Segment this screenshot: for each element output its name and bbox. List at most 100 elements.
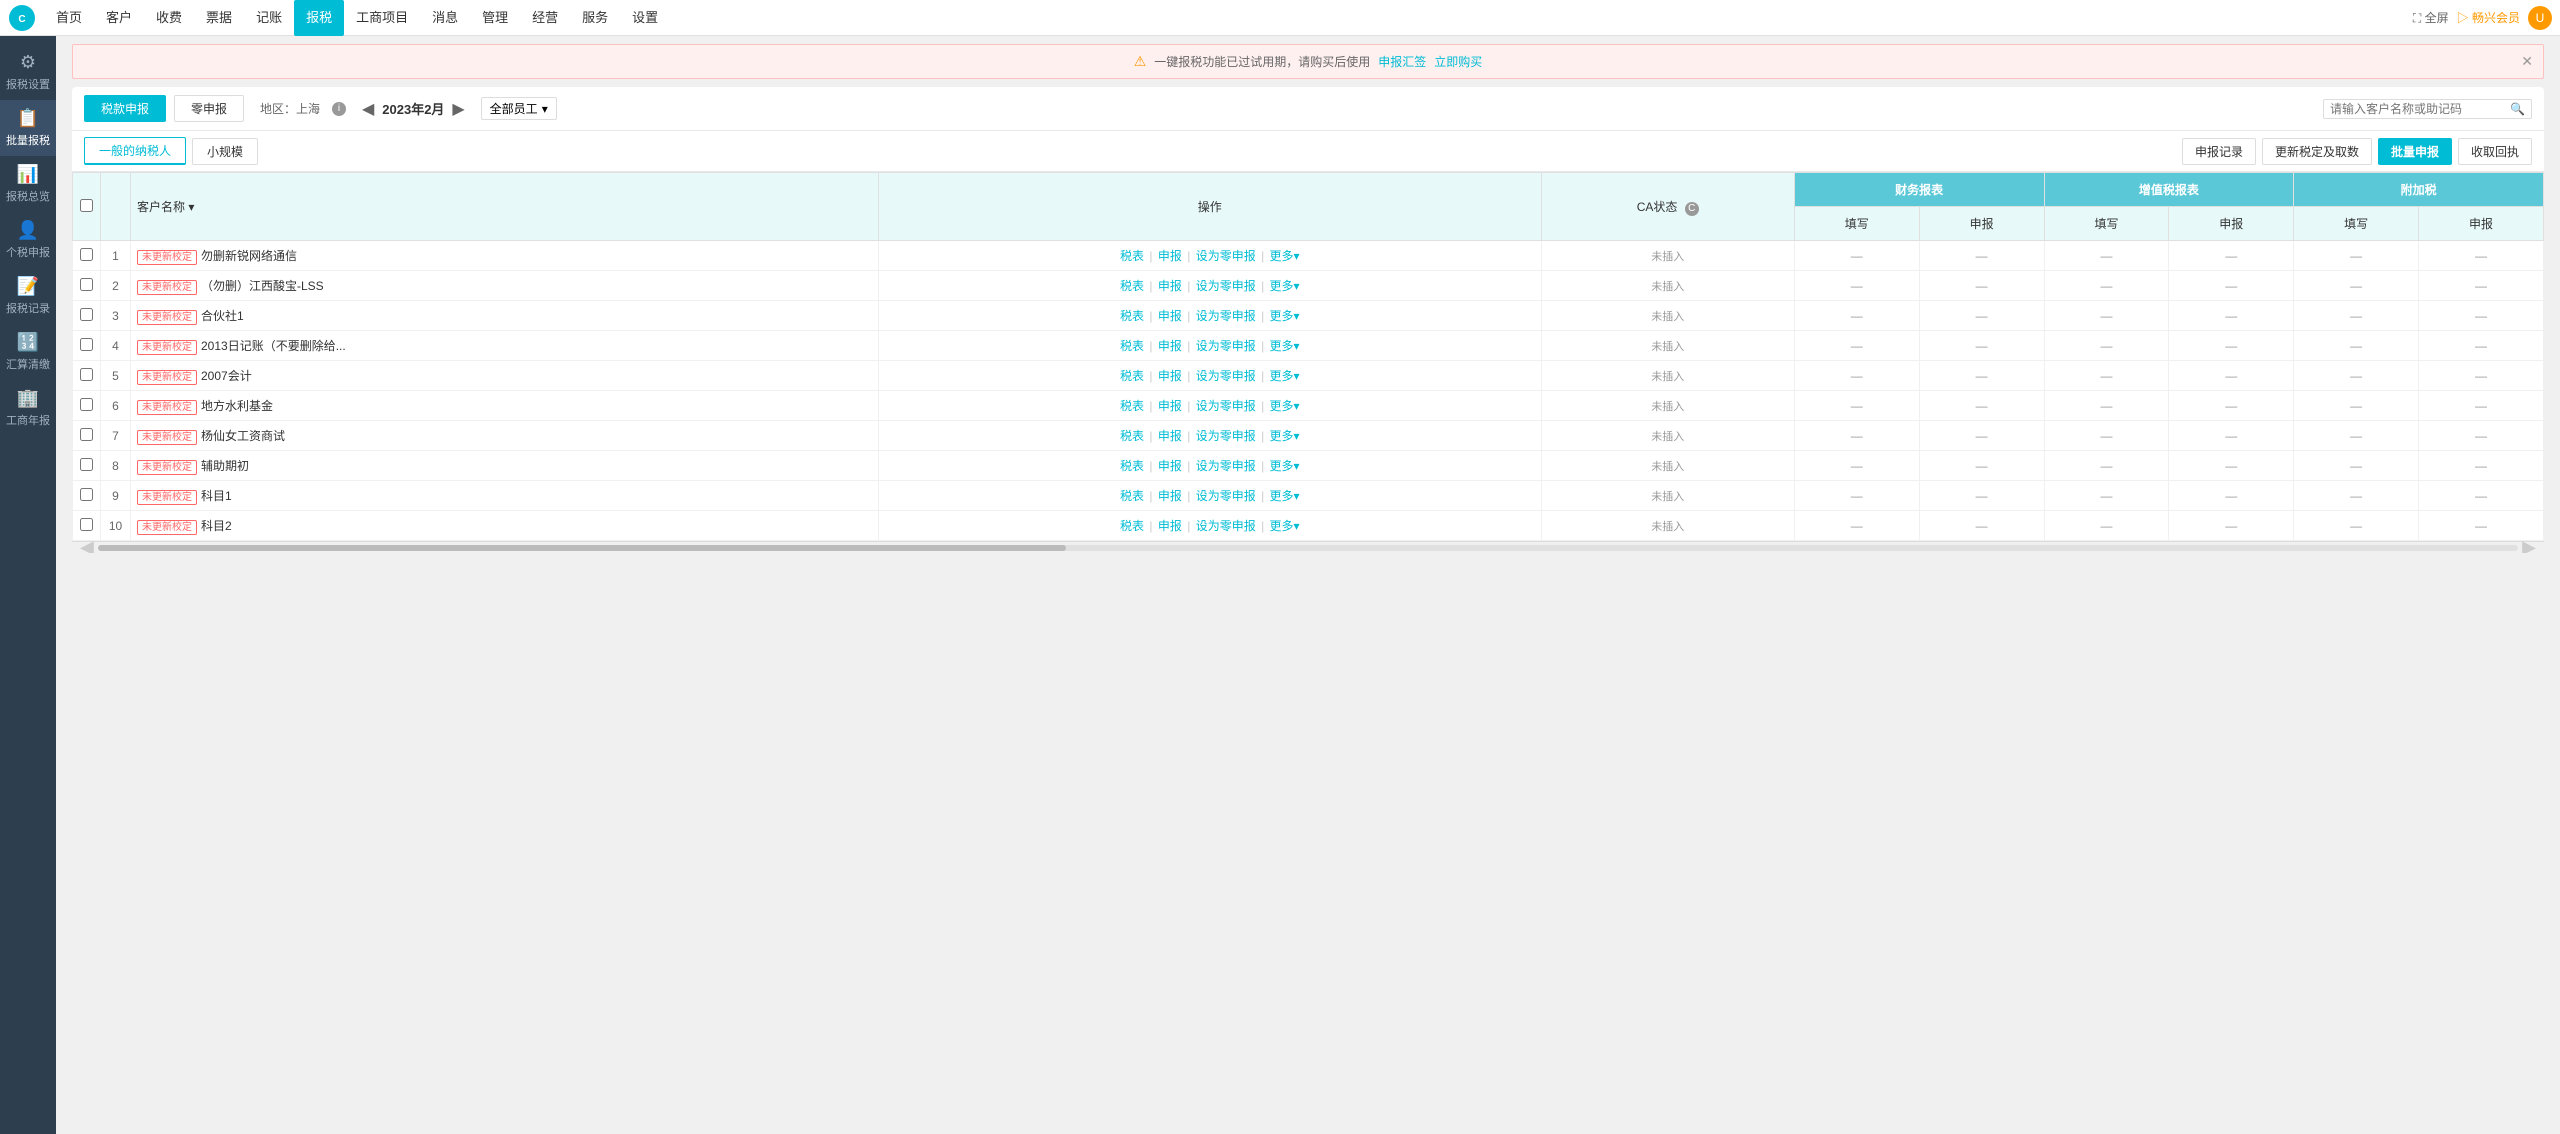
op-declare[interactable]: 申报 <box>1158 429 1182 443</box>
tab-small-scale[interactable]: 小规模 <box>192 138 258 165</box>
row-checkbox[interactable] <box>80 278 93 291</box>
row-tax-fill: — <box>2044 511 2169 541</box>
ca-info-icon[interactable]: C <box>1685 202 1699 216</box>
nav-message[interactable]: 消息 <box>420 0 470 36</box>
row-checkbox[interactable] <box>80 338 93 351</box>
user-avatar[interactable]: U <box>2528 6 2552 30</box>
op-tax-table[interactable]: 税表 <box>1120 489 1144 503</box>
sidebar-item-tax-records[interactable]: 📝 报税记录 <box>0 268 56 324</box>
row-vat-declare: — <box>2419 481 2544 511</box>
op-more[interactable]: 更多▾ <box>1270 309 1300 323</box>
fullscreen-btn[interactable]: ⛶ 全屏 <box>2413 9 2449 26</box>
nav-service[interactable]: 服务 <box>570 0 620 36</box>
nav-manage[interactable]: 管理 <box>470 0 520 36</box>
op-tax-table[interactable]: 税表 <box>1120 279 1144 293</box>
op-tax-table[interactable]: 税表 <box>1120 519 1144 533</box>
op-declare[interactable]: 申报 <box>1158 489 1182 503</box>
op-tax-table[interactable]: 税表 <box>1120 399 1144 413</box>
nav-invoice[interactable]: 票据 <box>194 0 244 36</box>
row-checkbox[interactable] <box>80 518 93 531</box>
search-input[interactable] <box>2330 102 2510 116</box>
scroll-right-icon[interactable]: ▶ <box>2522 537 2536 553</box>
sidebar-item-batch-tax[interactable]: 📋 批量报税 <box>0 100 56 156</box>
declare-records-btn[interactable]: 申报记录 <box>2182 138 2256 165</box>
op-tax-table[interactable]: 税表 <box>1120 369 1144 383</box>
op-more[interactable]: 更多▾ <box>1270 429 1300 443</box>
name-sort-icon[interactable]: ▾ <box>188 200 194 214</box>
sidebar-item-biz-annual[interactable]: 🏢 工商年报 <box>0 380 56 436</box>
row-checkbox[interactable] <box>80 428 93 441</box>
region-info-icon[interactable]: i <box>332 102 346 116</box>
op-declare[interactable]: 申报 <box>1158 279 1182 293</box>
op-declare[interactable]: 申报 <box>1158 519 1182 533</box>
op-tax-table[interactable]: 税表 <box>1120 429 1144 443</box>
tab-general-taxpayer[interactable]: 一般的纳税人 <box>84 137 186 165</box>
row-checkbox[interactable] <box>80 308 93 321</box>
row-checkbox[interactable] <box>80 248 93 261</box>
op-more[interactable]: 更多▾ <box>1270 369 1300 383</box>
nav-billing[interactable]: 收费 <box>144 0 194 36</box>
op-declare[interactable]: 申报 <box>1158 369 1182 383</box>
nav-operations[interactable]: 经营 <box>520 0 570 36</box>
op-tax-table[interactable]: 税表 <box>1120 339 1144 353</box>
row-checkbox[interactable] <box>80 458 93 471</box>
op-more[interactable]: 更多▾ <box>1270 489 1300 503</box>
op-declare[interactable]: 申报 <box>1158 249 1182 263</box>
tag-unverified: 未更新校定 <box>137 280 197 295</box>
notif-close-btn[interactable]: ✕ <box>2521 53 2533 70</box>
op-more[interactable]: 更多▾ <box>1270 459 1300 473</box>
op-zero-declare[interactable]: 设为零申报 <box>1196 369 1256 383</box>
op-more[interactable]: 更多▾ <box>1270 279 1300 293</box>
op-zero-declare[interactable]: 设为零申报 <box>1196 339 1256 353</box>
sidebar-item-personal-tax[interactable]: 👤 个税申报 <box>0 212 56 268</box>
op-more[interactable]: 更多▾ <box>1270 339 1300 353</box>
employee-select[interactable]: 全部员工 ▾ <box>481 97 557 120</box>
op-more[interactable]: 更多▾ <box>1270 399 1300 413</box>
nav-accounting[interactable]: 记账 <box>244 0 294 36</box>
collect-back-btn[interactable]: 收取回执 <box>2458 138 2532 165</box>
op-zero-declare[interactable]: 设为零申报 <box>1196 249 1256 263</box>
select-all-checkbox[interactable] <box>80 199 93 212</box>
date-prev-btn[interactable]: ◀ <box>362 99 374 119</box>
nav-customer[interactable]: 客户 <box>94 0 144 36</box>
nav-settings[interactable]: 设置 <box>620 0 670 36</box>
nav-tax[interactable]: 报税 <box>294 0 344 36</box>
op-zero-declare[interactable]: 设为零申报 <box>1196 279 1256 293</box>
batch-declare-btn[interactable]: 批量申报 <box>2378 138 2452 165</box>
row-checkbox[interactable] <box>80 488 93 501</box>
row-checkbox[interactable] <box>80 398 93 411</box>
tab-tax-declare[interactable]: 税款申报 <box>84 95 166 122</box>
sidebar-item-calc-clear[interactable]: 🔢 汇算清缴 <box>0 324 56 380</box>
search-icon[interactable]: 🔍 <box>2510 102 2525 116</box>
op-more[interactable]: 更多▾ <box>1270 249 1300 263</box>
op-declare[interactable]: 申报 <box>1158 309 1182 323</box>
op-zero-declare[interactable]: 设为零申报 <box>1196 459 1256 473</box>
op-tax-table[interactable]: 税表 <box>1120 249 1144 263</box>
op-tax-table[interactable]: 税表 <box>1120 459 1144 473</box>
op-zero-declare[interactable]: 设为零申报 <box>1196 309 1256 323</box>
nav-home[interactable]: 首页 <box>44 0 94 36</box>
op-declare[interactable]: 申报 <box>1158 459 1182 473</box>
sidebar-item-tax-overview[interactable]: 📊 报税总览 <box>0 156 56 212</box>
op-more[interactable]: 更多▾ <box>1270 519 1300 533</box>
op-zero-declare[interactable]: 设为零申报 <box>1196 399 1256 413</box>
row-checkbox[interactable] <box>80 368 93 381</box>
notif-link2[interactable]: 立即购买 <box>1434 53 1482 70</box>
op-zero-declare[interactable]: 设为零申报 <box>1196 489 1256 503</box>
upgrade-btn[interactable]: ▷ 畅兴会员 <box>2457 9 2520 26</box>
op-declare[interactable]: 申报 <box>1158 399 1182 413</box>
op-zero-declare[interactable]: 设为零申报 <box>1196 429 1256 443</box>
row-vat-declare: — <box>2419 421 2544 451</box>
row-finance-declare: — <box>1919 481 2044 511</box>
op-tax-table[interactable]: 税表 <box>1120 309 1144 323</box>
date-next-btn[interactable]: ▶ <box>452 99 464 119</box>
op-zero-declare[interactable]: 设为零申报 <box>1196 519 1256 533</box>
tab-zero-declare[interactable]: 零申报 <box>174 95 244 122</box>
op-declare[interactable]: 申报 <box>1158 339 1182 353</box>
notif-link1[interactable]: 申报汇签 <box>1378 53 1426 70</box>
sidebar-item-tax-settings[interactable]: ⚙ 报税设置 <box>0 44 56 100</box>
nav-biz-project[interactable]: 工商项目 <box>344 0 420 36</box>
scroll-left-icon[interactable]: ◀ <box>80 537 94 553</box>
row-checkbox-cell <box>73 271 101 301</box>
update-quota-btn[interactable]: 更新税定及取数 <box>2262 138 2372 165</box>
